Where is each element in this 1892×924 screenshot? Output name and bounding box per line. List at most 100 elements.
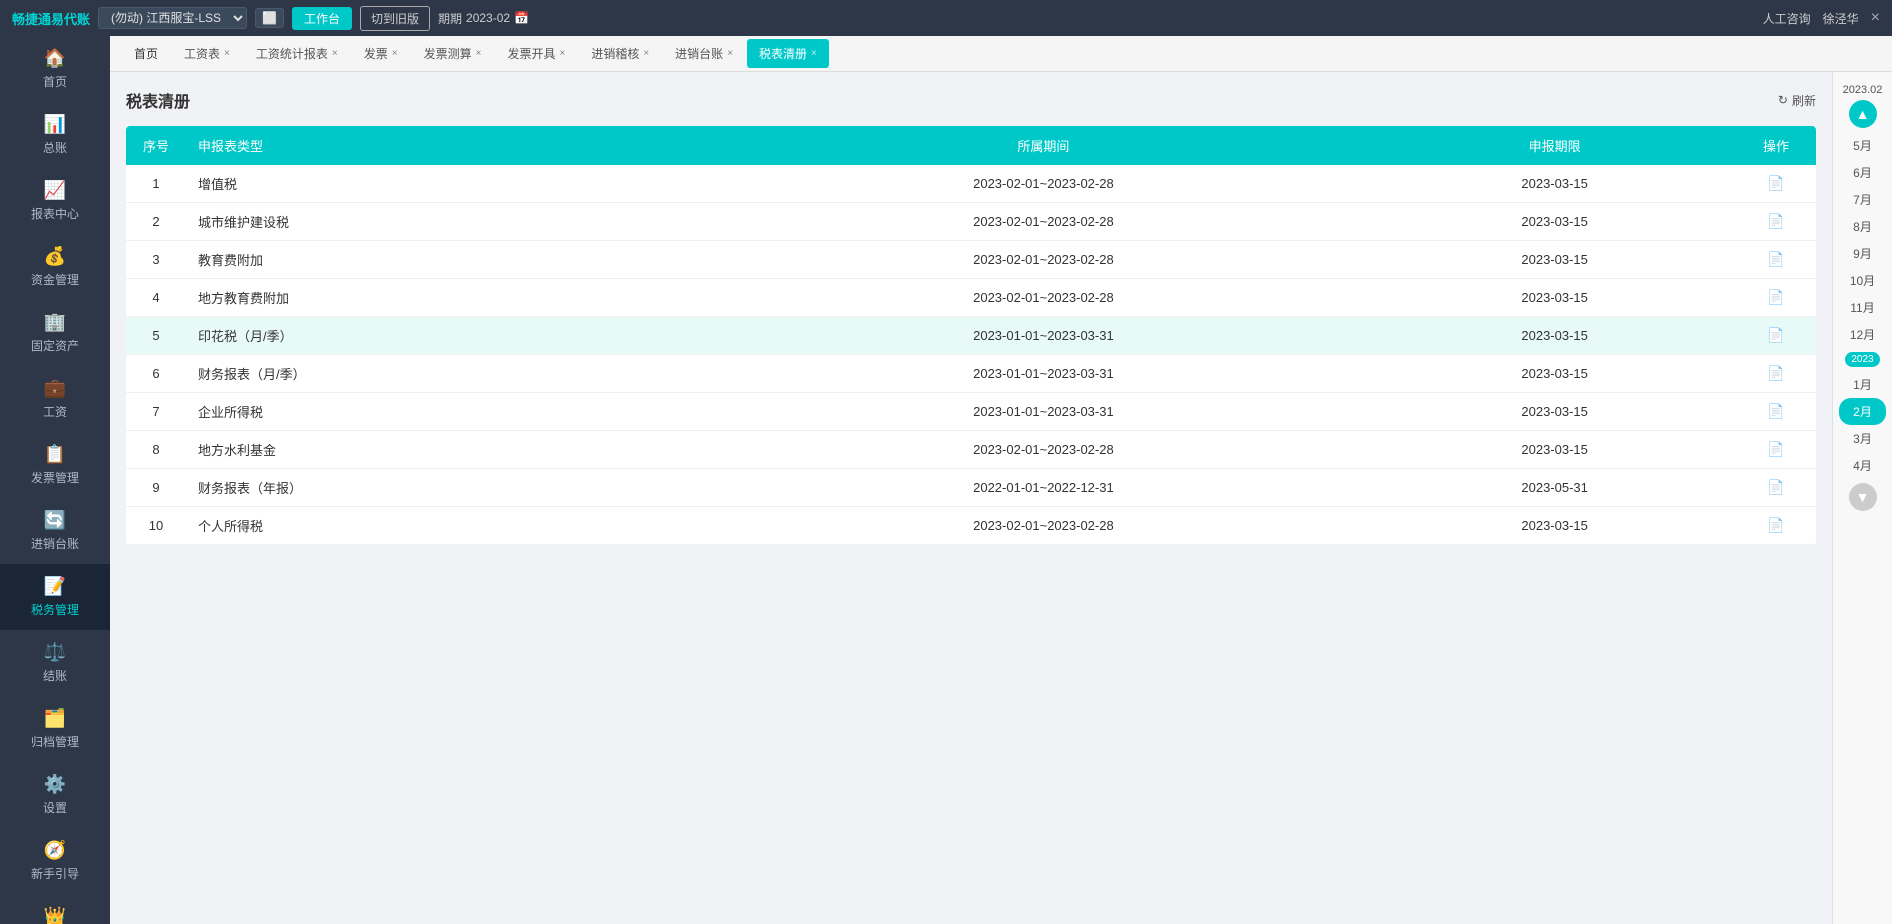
action-icon[interactable]: 📄	[1767, 251, 1784, 267]
month-1[interactable]: 1月	[1833, 371, 1892, 398]
cell-action: 📄	[1736, 507, 1816, 545]
main-layout: 🏠 首页 📊 总账 📈 报表中心 💰 资金管理 🏢 固定资产 💼 工资 📋 发票…	[0, 36, 1892, 924]
month-9[interactable]: 9月	[1833, 240, 1892, 267]
sidebar-item-inout[interactable]: 🔄 进销台账	[0, 498, 110, 564]
settings-icon: ⚙️	[44, 774, 66, 795]
month-4[interactable]: 4月	[1833, 452, 1892, 479]
sidebar-item-tax[interactable]: 📝 税务管理	[0, 564, 110, 630]
cell-action: 📄	[1736, 469, 1816, 507]
workspace-button[interactable]: 工作台	[292, 7, 352, 30]
tab-close-salary-report[interactable]: ×	[332, 48, 338, 59]
switch-button[interactable]: 切到旧版	[360, 6, 430, 31]
close-button[interactable]: ×	[1871, 9, 1880, 27]
cell-period: 2023-02-01~2023-02-28	[714, 279, 1374, 317]
guide-icon: 🧭	[44, 840, 66, 861]
sidebar-label-funds: 资金管理	[31, 271, 79, 288]
table-row: 10个人所得税2023-02-01~2023-02-282023-03-15📄	[126, 507, 1816, 545]
month-5[interactable]: 5月	[1833, 132, 1892, 159]
action-icon[interactable]: 📄	[1767, 327, 1784, 343]
sidebar-item-ledger[interactable]: 📊 总账	[0, 102, 110, 168]
cell-type: 财务报表（月/季）	[186, 355, 714, 393]
table-row: 3教育费附加2023-02-01~2023-02-282023-03-15📄	[126, 241, 1816, 279]
cell-type: 财务报表（年报）	[186, 469, 714, 507]
tab-close-inout-ledger[interactable]: ×	[727, 48, 733, 59]
sidebar-item-settle[interactable]: ⚖️ 结账	[0, 630, 110, 696]
tab-tax-list[interactable]: 税表清册 ×	[747, 39, 829, 68]
action-icon[interactable]: 📄	[1767, 479, 1784, 495]
cell-type: 增值税	[186, 165, 714, 203]
sidebar-label-salary: 工资	[43, 403, 67, 420]
action-icon[interactable]: 📄	[1767, 365, 1784, 381]
tab-inout-check[interactable]: 进销稽核 ×	[579, 39, 661, 68]
month-10[interactable]: 10月	[1833, 267, 1892, 294]
sidebar-item-assets[interactable]: 🏢 固定资产	[0, 300, 110, 366]
tab-close-tax-list[interactable]: ×	[811, 48, 817, 59]
cell-action: 📄	[1736, 279, 1816, 317]
month-3[interactable]: 3月	[1833, 425, 1892, 452]
sidebar-item-funds[interactable]: 💰 资金管理	[0, 234, 110, 300]
tab-close-inout-check[interactable]: ×	[643, 48, 649, 59]
month-8[interactable]: 8月	[1833, 213, 1892, 240]
refresh-button[interactable]: ↻ 刷新	[1778, 92, 1816, 109]
action-icon[interactable]: 📄	[1767, 441, 1784, 457]
tab-home[interactable]: 首页	[122, 39, 170, 68]
sidebar-item-archive[interactable]: 🗂️ 归档管理	[0, 696, 110, 762]
sidebar-item-home[interactable]: 🏠 首页	[0, 36, 110, 102]
top-bar: 畅捷通易代账 (勿动) 江西服宝-LSS ⬜ 工作台 切到旧版 期期 2023-…	[0, 0, 1892, 36]
cell-index: 1	[126, 165, 186, 203]
month-12[interactable]: 12月	[1833, 321, 1892, 348]
cell-deadline: 2023-03-15	[1373, 393, 1736, 431]
user-name: 徐泾华	[1823, 10, 1859, 27]
refresh-icon: ↻	[1778, 93, 1788, 107]
sidebar-item-report[interactable]: 📈 报表中心	[0, 168, 110, 234]
sidebar-label-assets: 固定资产	[31, 337, 79, 354]
tab-inout-ledger[interactable]: 进销台账 ×	[663, 39, 745, 68]
cell-type: 地方水利基金	[186, 431, 714, 469]
page-title: 税表清册	[126, 88, 190, 112]
tab-close-salary[interactable]: ×	[224, 48, 230, 59]
table-row: 5印花税（月/季）2023-01-01~2023-03-312023-03-15…	[126, 317, 1816, 355]
copy-icon-btn[interactable]: ⬜	[255, 8, 284, 28]
period-label: 期期 2023-02 📅	[438, 10, 529, 27]
top-bar-left: 畅捷通易代账 (勿动) 江西服宝-LSS ⬜ 工作台 切到旧版 期期 2023-…	[12, 6, 529, 31]
panel-down-button[interactable]: ▼	[1849, 483, 1877, 511]
inout-icon: 🔄	[44, 510, 66, 531]
month-2-active[interactable]: 2月	[1839, 398, 1886, 425]
panel-up-button[interactable]: ▲	[1849, 100, 1877, 128]
tab-close-invoice-calc[interactable]: ×	[476, 48, 482, 59]
user-consult[interactable]: 人工咨询	[1763, 10, 1811, 27]
action-icon[interactable]: 📄	[1767, 403, 1784, 419]
tab-invoice-open[interactable]: 发票开具 ×	[495, 39, 577, 68]
action-icon[interactable]: 📄	[1767, 517, 1784, 533]
tab-invoice[interactable]: 发票 ×	[352, 39, 410, 68]
cell-period: 2023-02-01~2023-02-28	[714, 203, 1374, 241]
cell-action: 📄	[1736, 431, 1816, 469]
month-6[interactable]: 6月	[1833, 159, 1892, 186]
action-icon[interactable]: 📄	[1767, 213, 1784, 229]
sidebar-label-archive: 归档管理	[31, 733, 79, 750]
cell-index: 6	[126, 355, 186, 393]
cell-type: 地方教育费附加	[186, 279, 714, 317]
cell-index: 5	[126, 317, 186, 355]
sidebar-item-member[interactable]: 👑 畅会员	[0, 894, 110, 924]
sidebar-item-invoice[interactable]: 📋 发票管理	[0, 432, 110, 498]
month-11[interactable]: 11月	[1833, 294, 1892, 321]
company-selector[interactable]: (勿动) 江西服宝-LSS	[98, 7, 247, 29]
cell-deadline: 2023-03-15	[1373, 355, 1736, 393]
right-panel: 2023.02 ▲ 5月 6月 7月 8月 9月 10月 11月 12月 202…	[1832, 72, 1892, 924]
sidebar-item-guide[interactable]: 🧭 新手引导	[0, 828, 110, 894]
sidebar-item-settings[interactable]: ⚙️ 设置	[0, 762, 110, 828]
cell-action: 📄	[1736, 203, 1816, 241]
cell-type: 印花税（月/季）	[186, 317, 714, 355]
cell-period: 2023-02-01~2023-02-28	[714, 431, 1374, 469]
tab-invoice-calc[interactable]: 发票测算 ×	[412, 39, 494, 68]
tab-salary-report[interactable]: 工资统计报表 ×	[244, 39, 350, 68]
action-icon[interactable]: 📄	[1767, 289, 1784, 305]
tab-close-invoice-open[interactable]: ×	[559, 48, 565, 59]
action-icon[interactable]: 📄	[1767, 175, 1784, 191]
month-7[interactable]: 7月	[1833, 186, 1892, 213]
tab-salary-table[interactable]: 工资表 ×	[172, 39, 242, 68]
tab-close-invoice[interactable]: ×	[392, 48, 398, 59]
table-row: 2城市维护建设税2023-02-01~2023-02-282023-03-15📄	[126, 203, 1816, 241]
sidebar-item-salary[interactable]: 💼 工资	[0, 366, 110, 432]
